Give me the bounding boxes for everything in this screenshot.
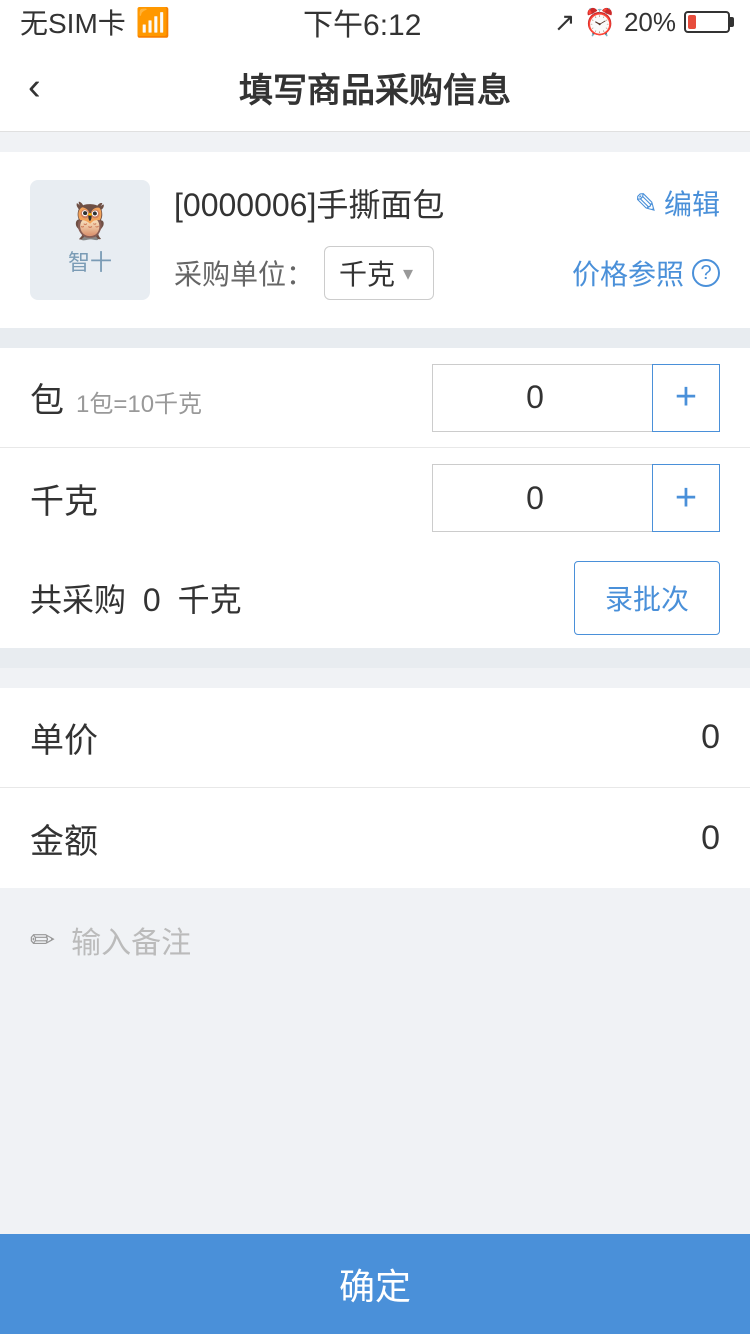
summary-row: 共采购 0 千克 录批次 [0, 548, 750, 648]
unit-dropdown-icon: ▾ [403, 261, 413, 286]
back-button[interactable]: ‹ [28, 66, 41, 109]
kg-plus-button[interactable]: + [652, 464, 720, 532]
product-name-row: [0000006]手撕面包 ✎ 编辑 [174, 180, 720, 226]
kg-label-text: 千克 [30, 474, 98, 523]
remark-placeholder: 输入备注 [71, 918, 191, 962]
section-divider-2 [0, 648, 750, 668]
product-info: [0000006]手撕面包 ✎ 编辑 采购单位： 千克 ▾ 价格参照 ? [174, 180, 720, 300]
edit-icon: ✎ [635, 187, 658, 220]
price-ref-label: 价格参照 [572, 253, 684, 293]
amount-label: 金额 [30, 814, 98, 863]
amount-value: 0 [701, 819, 720, 858]
nav-bar: ‹ 填写商品采购信息 [0, 44, 750, 132]
unit-price-row: 单价 0 [0, 688, 750, 788]
summary-unit: 千克 [178, 582, 242, 618]
purchase-unit-row: 采购单位： 千克 ▾ 价格参照 ? [174, 246, 720, 300]
batch-button[interactable]: 录批次 [574, 561, 720, 635]
bag-label: 包 1包=10千克 [30, 373, 202, 422]
pencil-icon: ✏ [30, 923, 55, 958]
product-card: 🦉 智十 [0000006]手撕面包 ✎ 编辑 采购单位： 千克 ▾ 价格参照 … [0, 152, 750, 328]
kg-input-row: 千克 + [0, 448, 750, 548]
status-left: 无SIM卡 📶 [20, 2, 171, 42]
status-bar: 无SIM卡 📶 下午6:12 ↗ ⏰ 20% [0, 0, 750, 44]
unit-value: 千克 [339, 253, 395, 293]
battery-icon [684, 11, 730, 33]
summary-text: 共采购 0 千克 [30, 575, 242, 621]
edit-label: 编辑 [664, 183, 720, 223]
thumb-brand: 智十 [68, 245, 112, 277]
price-section: 单价 0 金额 0 [0, 688, 750, 888]
remark-section[interactable]: ✏ 输入备注 [0, 888, 750, 992]
confirm-button[interactable]: 确定 [0, 1234, 750, 1334]
edit-button[interactable]: ✎ 编辑 [635, 183, 720, 223]
carrier-label: 无SIM卡 [20, 2, 126, 42]
summary-prefix: 共采购 [30, 582, 126, 618]
unit-price-value: 0 [701, 718, 720, 757]
wifi-icon: 📶 [136, 6, 171, 39]
kg-label: 千克 [30, 474, 98, 523]
bag-plus-button[interactable]: + [652, 364, 720, 432]
price-ref-button[interactable]: 价格参照 ? [572, 253, 720, 293]
bag-label-text: 包 [30, 373, 64, 422]
summary-value: 0 [143, 582, 161, 618]
alarm-icon: ⏰ [584, 7, 616, 38]
bag-sublabel: 1包=10千克 [76, 384, 202, 419]
status-right: ↗ ⏰ 20% [554, 7, 730, 38]
bag-input-row: 包 1包=10千克 + [0, 348, 750, 448]
section-divider-1 [0, 328, 750, 348]
kg-quantity-input[interactable] [432, 464, 652, 532]
price-ref-icon: ? [692, 259, 720, 287]
amount-row: 金额 0 [0, 788, 750, 888]
bag-quantity-input[interactable] [432, 364, 652, 432]
status-time: 下午6:12 [303, 0, 421, 44]
thumb-icon: 🦉 [68, 203, 113, 239]
location-icon: ↗ [554, 7, 576, 38]
unit-price-label: 单价 [30, 713, 98, 762]
purchase-unit-label: 采购单位： [174, 253, 314, 293]
kg-input-group: + [432, 464, 720, 532]
product-name: [0000006]手撕面包 [174, 180, 444, 226]
page-title: 填写商品采购信息 [239, 63, 511, 112]
product-thumbnail: 🦉 智十 [30, 180, 150, 300]
bag-input-group: + [432, 364, 720, 432]
battery-percent: 20% [624, 7, 676, 38]
input-section: 包 1包=10千克 + 千克 + [0, 348, 750, 548]
unit-select[interactable]: 千克 ▾ [324, 246, 434, 300]
